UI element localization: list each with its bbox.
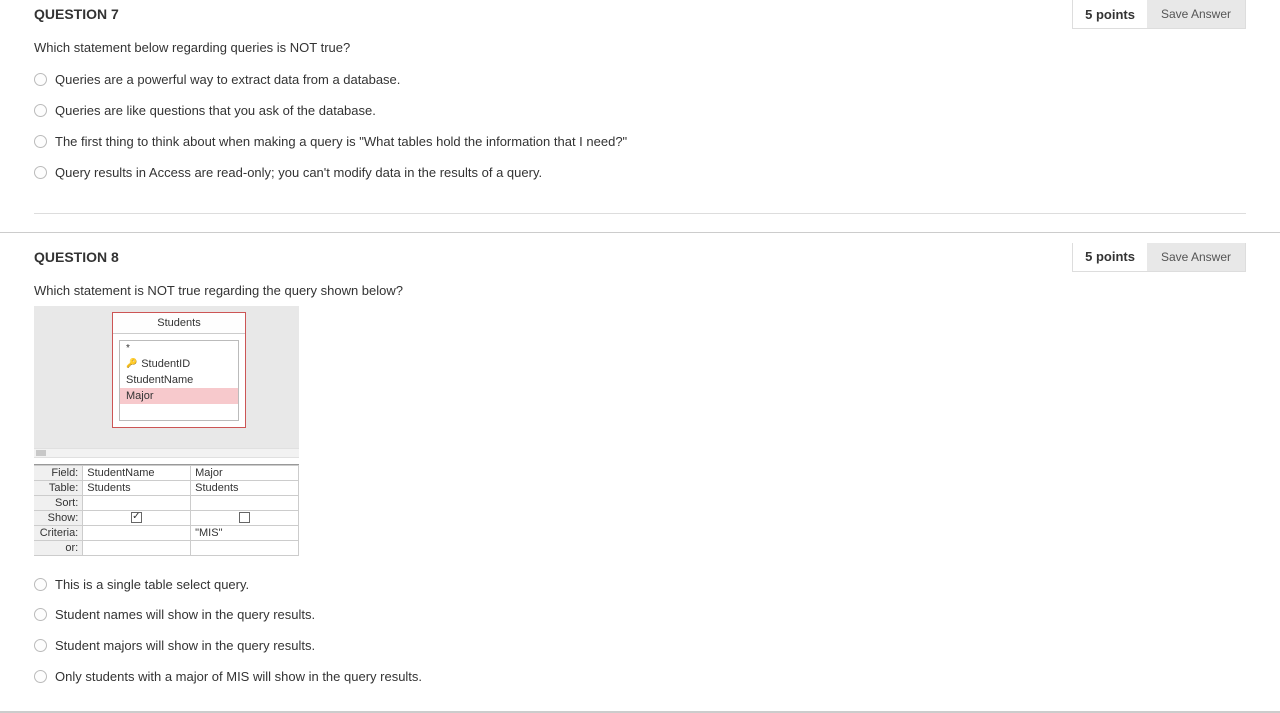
grid-label-criteria: Criteria: (34, 525, 83, 540)
field-star: * (120, 341, 238, 356)
option-label: Query results in Access are read-only; y… (55, 165, 542, 182)
grid-field-col1: StudentName (83, 465, 191, 480)
question-title: QUESTION 7 (34, 6, 119, 22)
grid-criteria-col1 (83, 525, 191, 540)
question-prompt: Which statement is NOT true regarding th… (34, 283, 1246, 298)
save-answer-button[interactable]: Save Answer (1147, 0, 1245, 28)
option-label: The first thing to think about when maki… (55, 134, 627, 151)
scroll-thumb[interactable] (36, 450, 46, 456)
table-pane: Students * 🔑 StudentID StudentName Major (34, 306, 299, 448)
option-label: Queries are a powerful way to extract da… (55, 72, 400, 89)
table-fields: * 🔑 StudentID StudentName Major (119, 340, 239, 421)
question-7: 5 points Save Answer QUESTION 7 Which st… (0, 0, 1280, 189)
option-row: The first thing to think about when maki… (34, 127, 1246, 158)
checkbox-checked-icon (131, 512, 142, 523)
field-label: StudentID (141, 358, 190, 370)
section-separator (0, 232, 1280, 233)
key-icon: 🔑 (126, 358, 137, 369)
points-label: 5 points (1085, 249, 1135, 264)
option-label: Student majors will show in the query re… (55, 638, 315, 655)
radio-input[interactable] (34, 670, 47, 683)
option-row: Queries are a powerful way to extract da… (34, 65, 1246, 96)
option-row: Query results in Access are read-only; y… (34, 158, 1246, 189)
option-label: Student names will show in the query res… (55, 607, 315, 624)
grid-label-or: or: (34, 540, 83, 555)
option-label: Only students with a major of MIS will s… (55, 669, 422, 686)
option-row: Only students with a major of MIS will s… (34, 662, 1246, 693)
field-major: Major (120, 388, 238, 404)
option-row: This is a single table select query. (34, 570, 1246, 601)
points-label: 5 points (1085, 7, 1135, 22)
question-prompt: Which statement below regarding queries … (34, 40, 1246, 55)
radio-input[interactable] (34, 104, 47, 117)
field-studentname: StudentName (120, 372, 238, 388)
grid-label-show: Show: (34, 510, 83, 525)
radio-input[interactable] (34, 135, 47, 148)
grid-show-col1 (83, 510, 191, 525)
points-save-box: 5 points Save Answer (1072, 243, 1246, 272)
table-box-students: Students * 🔑 StudentID StudentName Major (112, 312, 246, 428)
divider (34, 213, 1246, 214)
grid-criteria-col2: "MIS" (191, 525, 299, 540)
option-label: This is a single table select query. (55, 577, 249, 594)
grid-label-sort: Sort: (34, 495, 83, 510)
grid-label-table: Table: (34, 480, 83, 495)
grid-table-col1: Students (83, 480, 191, 495)
question-title: QUESTION 8 (34, 249, 119, 265)
option-label: Queries are like questions that you ask … (55, 103, 376, 120)
radio-input[interactable] (34, 639, 47, 652)
save-answer-button[interactable]: Save Answer (1147, 243, 1245, 271)
grid-show-col2 (191, 510, 299, 525)
points-save-box: 5 points Save Answer (1072, 0, 1246, 29)
qbe-grid: Field: StudentName Major Table: Students… (34, 464, 299, 556)
radio-input[interactable] (34, 166, 47, 179)
radio-input[interactable] (34, 73, 47, 86)
table-title: Students (113, 313, 245, 334)
checkbox-unchecked-icon (239, 512, 250, 523)
question-8: 5 points Save Answer QUESTION 8 Which st… (0, 243, 1280, 694)
grid-table-col2: Students (191, 480, 299, 495)
option-row: Queries are like questions that you ask … (34, 96, 1246, 127)
query-design-image: Students * 🔑 StudentID StudentName Major (34, 306, 299, 556)
grid-field-col2: Major (191, 465, 299, 480)
options-list: Queries are a powerful way to extract da… (34, 65, 1246, 189)
radio-input[interactable] (34, 578, 47, 591)
options-list: This is a single table select query. Stu… (34, 570, 1246, 694)
scroll-strip (34, 448, 299, 458)
radio-input[interactable] (34, 608, 47, 621)
grid-label-field: Field: (34, 465, 83, 480)
field-studentid: 🔑 StudentID (120, 356, 238, 372)
option-row: Student majors will show in the query re… (34, 631, 1246, 662)
option-row: Student names will show in the query res… (34, 600, 1246, 631)
